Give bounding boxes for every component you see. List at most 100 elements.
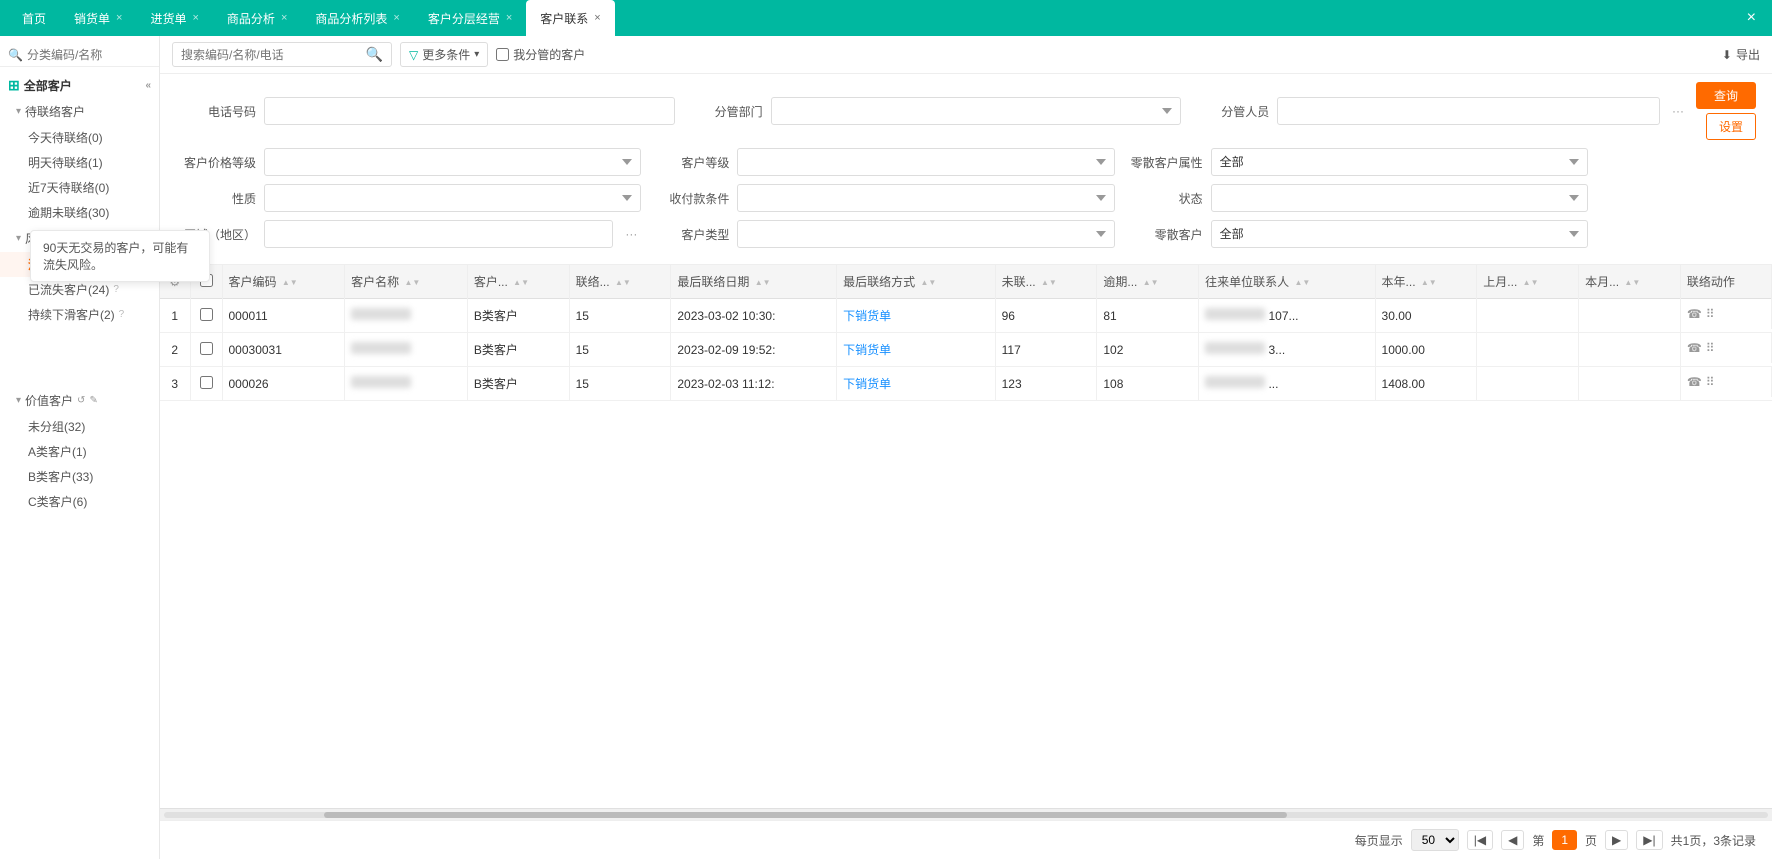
refresh-icon[interactable]: ↺ <box>77 395 85 406</box>
price-level-select[interactable] <box>264 148 641 176</box>
col-name-label: 客户名称 <box>351 275 399 289</box>
sort-arrows-lmonth[interactable]: ▲▼ <box>1523 278 1539 287</box>
sort-arrows-date[interactable]: ▲▼ <box>755 278 771 287</box>
sidebar-item-tomorrow[interactable]: 明天待联络(1) <box>0 150 159 175</box>
sidebar-item-class-c[interactable]: C类客户(6) <box>0 489 159 514</box>
prev-page-btn[interactable]: ◀ <box>1501 830 1524 850</box>
row-type-1: B类客户 <box>467 333 569 367</box>
all-customers-header[interactable]: ⊞ 全部客户 « <box>0 73 159 98</box>
row-checkbox-1[interactable] <box>190 333 222 367</box>
action-buttons: 查询 设置 <box>1696 82 1756 140</box>
next-page-btn[interactable]: ▶ <box>1605 830 1628 850</box>
my-customers-checkbox[interactable] <box>496 48 509 61</box>
row-way-2[interactable]: 下销货单 <box>837 367 995 401</box>
tab-customer-stratify[interactable]: 客户分层经营 × <box>414 0 526 36</box>
sort-arrows-year[interactable]: ▲▼ <box>1421 278 1437 287</box>
tab-sales-close[interactable]: × <box>116 12 122 24</box>
first-page-btn[interactable]: |◀ <box>1467 830 1493 850</box>
sort-arrows-name[interactable]: ▲▼ <box>405 278 421 287</box>
row-num-1: 2 <box>160 333 190 367</box>
action-more-icon[interactable]: ⠿ <box>1706 307 1715 321</box>
action-contact-icon[interactable]: ☎ <box>1687 341 1702 355</box>
tab-analysis-list[interactable]: 商品分析列表 × <box>301 0 413 36</box>
query-button[interactable]: 查询 <box>1696 82 1756 109</box>
sidebar-item-class-a[interactable]: A类客户(1) <box>0 439 159 464</box>
payment-select[interactable] <box>737 184 1114 212</box>
row-num-2: 3 <box>160 367 190 401</box>
row-action-0[interactable]: ☎ ⠿ <box>1681 299 1772 329</box>
zero-retail-select[interactable]: 全部 <box>1211 220 1588 248</box>
sort-arrows-tmonth[interactable]: ▲▼ <box>1624 278 1640 287</box>
sidebar-search-input[interactable] <box>27 48 151 62</box>
filter-customer-level-field: 客户等级 <box>649 148 1114 176</box>
row-name-1 <box>345 333 468 367</box>
window-close-btn[interactable]: × <box>1739 9 1764 27</box>
filter-more-btn[interactable]: ▽ 更多条件 ▾ <box>400 42 488 67</box>
tab-analysis[interactable]: 商品分析 × <box>213 0 301 36</box>
customer-level-select[interactable] <box>737 148 1114 176</box>
edit-icon[interactable]: ✎ <box>89 395 97 406</box>
sort-arrows-overdue[interactable]: ▲▼ <box>1143 278 1159 287</box>
sort-arrows-unlink[interactable]: ▲▼ <box>1041 278 1057 287</box>
tab-customer-contact-close[interactable]: × <box>594 12 600 24</box>
row-unlink-1: 117 <box>995 333 1097 367</box>
row-year-0: 30.00 <box>1375 299 1477 333</box>
col-contact-person: 往来单位联系人 ▲▼ <box>1199 265 1375 299</box>
sidebar-item-7days[interactable]: 近7天待联络(0) <box>0 175 159 200</box>
sort-arrows-code[interactable]: ▲▼ <box>282 278 298 287</box>
row-person-1: 3... <box>1199 333 1375 367</box>
last-page-btn[interactable]: ▶| <box>1636 830 1662 850</box>
customer-type-select[interactable] <box>737 220 1114 248</box>
sort-arrows-type[interactable]: ▲▼ <box>513 278 529 287</box>
tab-home[interactable]: 首页 <box>8 0 60 36</box>
sort-arrows-way[interactable]: ▲▼ <box>920 278 936 287</box>
filter-row-4: 区域（地区） ··· 客户类型 零散客户 全部 <box>176 220 1756 248</box>
group-value[interactable]: ▾ 价值客户 ↺ ✎ <box>0 387 159 414</box>
person-more-btn[interactable]: ··· <box>1668 104 1688 118</box>
sidebar-item-ungrouped[interactable]: 未分组(32) <box>0 414 159 439</box>
filter-my-customers[interactable]: 我分管的客户 <box>496 46 585 63</box>
tab-customer-contact[interactable]: 客户联系 × <box>526 0 614 36</box>
action-contact-icon[interactable]: ☎ <box>1687 375 1702 389</box>
row-way-1[interactable]: 下销货单 <box>837 333 995 367</box>
sidebar-item-overdue[interactable]: 逾期未联络(30) <box>0 200 159 225</box>
tab-analysis-list-close[interactable]: × <box>393 12 399 24</box>
tab-sales[interactable]: 销货单 × <box>60 0 136 36</box>
row-checkbox-2[interactable] <box>190 367 222 401</box>
region-more-btn[interactable]: ··· <box>621 227 641 241</box>
sort-arrows-person[interactable]: ▲▼ <box>1295 278 1311 287</box>
group-pending-contact[interactable]: ▾ 待联络客户 <box>0 98 159 125</box>
action-more-icon[interactable]: ⠿ <box>1706 375 1715 389</box>
sidebar-item-declining[interactable]: 持续下滑客户(2) ? <box>0 302 159 327</box>
filter-panel: 电话号码 分管部门 分管人员 ··· 查询 设置 <box>160 74 1772 265</box>
gender-select[interactable] <box>264 184 641 212</box>
per-page-select[interactable]: 50 <box>1411 829 1459 851</box>
region-input[interactable] <box>264 220 613 248</box>
export-btn[interactable]: ⬇ 导出 <box>1722 46 1760 63</box>
dept-select[interactable] <box>771 97 1182 125</box>
zero-attr-select[interactable]: 全部 <box>1211 148 1588 176</box>
tab-customer-stratify-close[interactable]: × <box>506 12 512 24</box>
sidebar-item-class-b[interactable]: B类客户(33) <box>0 464 159 489</box>
phone-input[interactable] <box>264 97 675 125</box>
row-way-0[interactable]: 下销货单 <box>837 299 995 333</box>
settings-button[interactable]: 设置 <box>1706 113 1756 140</box>
sidebar-item-today[interactable]: 今天待联络(0) <box>0 125 159 150</box>
tab-purchase[interactable]: 进货单 × <box>136 0 212 36</box>
row-name-2 <box>345 367 468 401</box>
row-action-1[interactable]: ☎ ⠿ <box>1681 333 1772 363</box>
row-date-1: 2023-02-09 19:52: <box>671 333 837 367</box>
tab-purchase-close[interactable]: × <box>192 12 198 24</box>
sort-arrows-contact[interactable]: ▲▼ <box>615 278 631 287</box>
action-contact-icon[interactable]: ☎ <box>1687 307 1702 321</box>
row-checkbox-0[interactable] <box>190 299 222 333</box>
horizontal-scrollbar[interactable] <box>160 808 1772 820</box>
status-select[interactable] <box>1211 184 1588 212</box>
tab-analysis-close[interactable]: × <box>281 12 287 24</box>
filter-search-btn[interactable]: 🔍 <box>366 46 383 63</box>
action-more-icon[interactable]: ⠿ <box>1706 341 1715 355</box>
filter-search-input[interactable] <box>181 48 366 62</box>
filter-price-level-field: 客户价格等级 <box>176 148 641 176</box>
row-action-2[interactable]: ☎ ⠿ <box>1681 367 1772 397</box>
person-input[interactable] <box>1277 97 1660 125</box>
